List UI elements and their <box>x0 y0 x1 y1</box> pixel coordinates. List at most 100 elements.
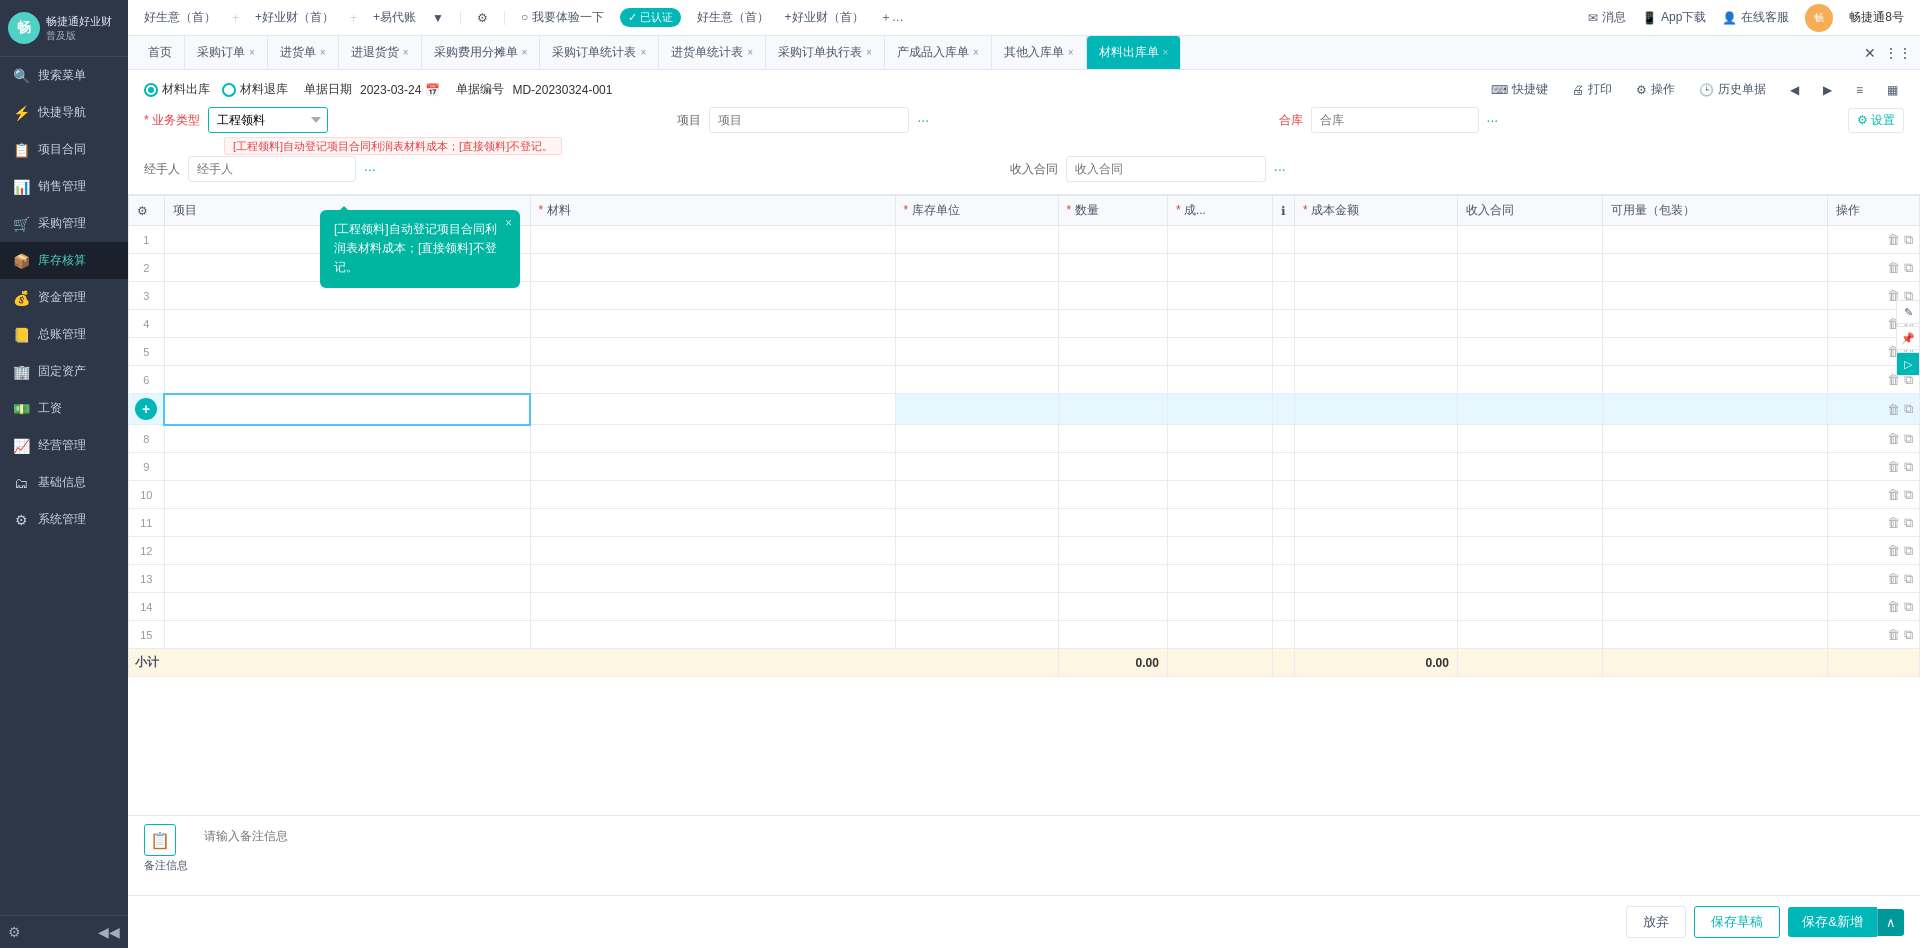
tab-close-product-receipt[interactable]: × <box>973 47 979 58</box>
row-copy-icon[interactable]: ⧉ <box>1904 571 1913 587</box>
row-copy-icon[interactable]: ⧉ <box>1904 599 1913 615</box>
side-panel-active-icon[interactable]: ▷ <box>1896 352 1920 376</box>
row-copy-icon[interactable]: ⧉ <box>1904 515 1913 531</box>
tab-po-stats[interactable]: 采购订单统计表× <box>540 36 659 69</box>
sidebar-item-ledger[interactable]: 📒 总账管理 <box>0 316 128 353</box>
tab-close-receipt[interactable]: × <box>320 47 326 58</box>
row-delete-icon[interactable]: 🗑 <box>1887 515 1900 530</box>
radio-material-return[interactable]: 材料退库 <box>222 81 288 98</box>
tab-close-purchase-order[interactable]: × <box>249 47 255 58</box>
topbar-link-agent[interactable]: +易代账 <box>373 9 416 26</box>
row-copy-icon[interactable]: ⧉ <box>1904 260 1913 276</box>
side-panel-edit-icon[interactable]: ✎ <box>1896 300 1920 324</box>
row-delete-icon[interactable]: 🗑 <box>1887 487 1900 502</box>
new-row-col2-input[interactable] <box>537 398 888 420</box>
project-dots[interactable]: ··· <box>917 112 929 128</box>
row-copy-icon[interactable]: ⧉ <box>1904 232 1913 248</box>
row-delete-icon[interactable]: 🗑 <box>1887 459 1900 474</box>
sidebar-item-operations[interactable]: 📈 经营管理 <box>0 427 128 464</box>
sidebar-item-basic[interactable]: 🗂 基础信息 <box>0 464 128 501</box>
tooltip-close-btn[interactable]: × <box>505 214 512 233</box>
income-contract-dots[interactable]: ··· <box>1274 161 1286 177</box>
business-type-select[interactable]: 工程领料 直接领料 <box>208 107 328 133</box>
handler-dots[interactable]: ··· <box>364 161 376 177</box>
row-copy-icon[interactable]: ⧉ <box>1904 431 1913 447</box>
tabbar-grid-btn[interactable]: ⋮⋮ <box>1884 45 1912 61</box>
tabbar-close-btn[interactable]: ✕ <box>1864 45 1876 61</box>
topbar-settings-btn[interactable]: ⚙ <box>477 11 488 25</box>
sidebar-item-project[interactable]: 📋 项目合同 <box>0 131 128 168</box>
row-copy-icon[interactable]: ⧉ <box>1904 487 1913 503</box>
sidebar-item-purchase[interactable]: 🛒 采购管理 <box>0 205 128 242</box>
card-view-btn[interactable]: ▦ <box>1881 80 1904 100</box>
prev-btn[interactable]: ◀ <box>1784 80 1805 100</box>
new-row-col1-input[interactable] <box>171 399 523 420</box>
tab-close-po-exec[interactable]: × <box>866 47 872 58</box>
save-draft-button[interactable]: 保存草稿 <box>1694 906 1780 938</box>
tab-close-receipt-stats[interactable]: × <box>747 47 753 58</box>
topbar-link-goodfinance[interactable]: +好业财（首） <box>255 9 334 26</box>
tab-other-receipt[interactable]: 其他入库单× <box>992 36 1087 69</box>
sidebar-collapse-icon[interactable]: ◀◀ <box>98 924 120 940</box>
tab-po-exec[interactable]: 采购订单执行表× <box>766 36 885 69</box>
warehouse-dots[interactable]: ··· <box>1487 112 1499 128</box>
handler-input[interactable] <box>188 156 356 182</box>
row-delete-icon[interactable]: 🗑 <box>1887 232 1900 247</box>
sidebar-item-assets[interactable]: 🏢 固定资产 <box>0 353 128 390</box>
row-delete-icon[interactable]: 🗑 <box>1887 599 1900 614</box>
row-delete-icon[interactable]: 🗑 <box>1887 543 1900 558</box>
row-delete-icon[interactable]: 🗑 <box>1887 260 1900 275</box>
calendar-icon[interactable]: 📅 <box>425 83 440 97</box>
income-contract-input[interactable] <box>1066 156 1266 182</box>
tab-close-po-stats[interactable]: × <box>640 47 646 58</box>
tab-close-other-receipt[interactable]: × <box>1068 47 1074 58</box>
warehouse-input[interactable] <box>1311 107 1479 133</box>
operations-btn[interactable]: ⚙ 操作 <box>1630 78 1681 101</box>
add-row-btn[interactable]: + <box>135 398 157 420</box>
history-btn[interactable]: 🕒 历史单据 <box>1693 78 1772 101</box>
topbar-dropdown-icon[interactable]: ▼ <box>432 11 444 25</box>
discard-button[interactable]: 放弃 <box>1626 906 1686 938</box>
topbar-appdownload-btn[interactable]: 📱 App下载 <box>1642 9 1706 26</box>
sidebar-item-shortcut[interactable]: ⚡ 快捷导航 <box>0 94 128 131</box>
user-avatar[interactable]: 畅 <box>1805 4 1833 32</box>
save-new-button[interactable]: 保存&新增 <box>1788 907 1877 937</box>
row-delete-icon[interactable]: 🗑 <box>1887 571 1900 586</box>
tab-product-receipt[interactable]: 产成品入库单× <box>885 36 992 69</box>
notes-textarea[interactable] <box>200 824 1904 860</box>
tab-close-return[interactable]: × <box>403 47 409 58</box>
row-copy-icon[interactable]: ⧉ <box>1904 459 1913 475</box>
row-delete-icon[interactable]: 🗑 <box>1887 402 1900 417</box>
tab-material-issue[interactable]: 材料出库单× <box>1087 36 1182 69</box>
sidebar-item-finance[interactable]: 💰 资金管理 <box>0 279 128 316</box>
tab-close-material-issue[interactable]: × <box>1163 47 1169 58</box>
print-btn[interactable]: 🖨 打印 <box>1566 78 1618 101</box>
tab-return[interactable]: 进退货货× <box>339 36 422 69</box>
sidebar-item-sales[interactable]: 📊 销售管理 <box>0 168 128 205</box>
row-copy-icon[interactable]: ⧉ <box>1904 401 1913 417</box>
row-delete-icon[interactable]: 🗑 <box>1887 431 1900 446</box>
side-panel-pin-icon[interactable]: 📌 <box>1896 326 1920 350</box>
sidebar-item-salary[interactable]: 💵 工资 <box>0 390 128 427</box>
sidebar-item-inventory[interactable]: 📦 库存核算 <box>0 242 128 279</box>
topbar-service-btn[interactable]: 👤 在线客服 <box>1722 9 1789 26</box>
list-view-btn[interactable]: ≡ <box>1850 80 1869 100</box>
topbar-trial-btn[interactable]: ○ 我要体验一下 <box>521 9 604 26</box>
row-delete-icon[interactable]: 🗑 <box>1887 627 1900 642</box>
tab-receipt[interactable]: 进货单× <box>268 36 339 69</box>
topbar-link3[interactable]: +好业财（首） <box>785 9 864 26</box>
sidebar-item-system[interactable]: ⚙ 系统管理 <box>0 501 128 538</box>
tab-close-cost[interactable]: × <box>522 47 528 58</box>
form-settings-btn[interactable]: ⚙ 设置 <box>1848 108 1904 133</box>
topbar-message-btn[interactable]: ✉ 消息 <box>1588 9 1626 26</box>
tab-purchase-order[interactable]: 采购订单× <box>185 36 268 69</box>
sidebar-item-search[interactable]: 🔍 搜索菜单 <box>0 57 128 94</box>
topbar-link-goodbiz[interactable]: 好生意（首） <box>144 9 216 26</box>
next-btn[interactable]: ▶ <box>1817 80 1838 100</box>
project-input[interactable] <box>709 107 909 133</box>
tab-home[interactable]: 首页 <box>136 36 185 69</box>
tab-cost[interactable]: 采购费用分摊单× <box>422 36 541 69</box>
sidebar-settings-icon[interactable]: ⚙ <box>8 924 21 940</box>
tab-receipt-stats[interactable]: 进货单统计表× <box>659 36 766 69</box>
topbar-link2[interactable]: 好生意（首） <box>697 9 769 26</box>
